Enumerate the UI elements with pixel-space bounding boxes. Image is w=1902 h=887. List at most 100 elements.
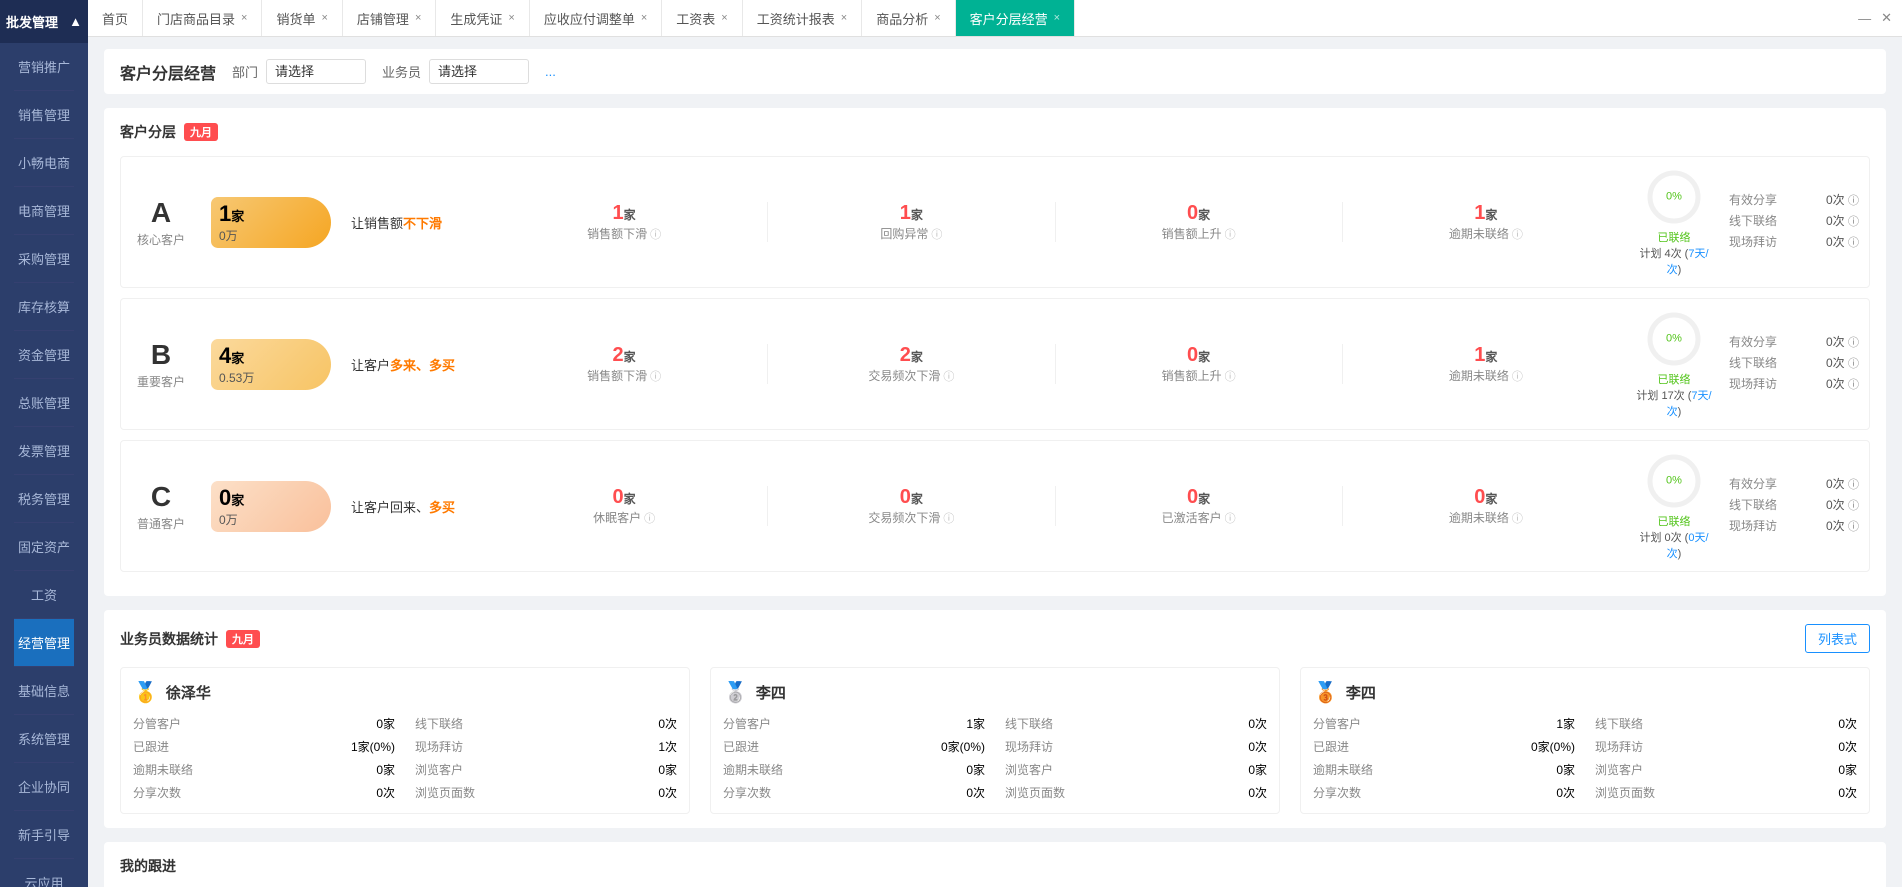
tab-bar-actions[interactable]: — ✕ [1848, 0, 1902, 36]
sidebar-item-新手引导[interactable]: 新手引导 [14, 811, 74, 859]
tier-stat-item[interactable]: 0家逾期未联络 ⓘ [1343, 486, 1629, 526]
info-icon[interactable]: ⓘ [1848, 479, 1859, 491]
tab-close-icon[interactable]: × [1054, 12, 1060, 24]
sidebar-item-库存核算[interactable]: 库存核算 [14, 283, 74, 331]
info-icon[interactable]: ⓘ [650, 368, 661, 384]
biz-stats-header: 业务员数据统计 九月 列表式 [120, 624, 1870, 653]
tab-生成凭证[interactable]: 生成凭证× [436, 0, 529, 36]
info-icon[interactable]: ⓘ [1225, 368, 1236, 384]
circle-plan[interactable]: 计划 4次 (7天/次) [1635, 245, 1713, 277]
sidebar-item-小畅电商[interactable]: 小畅电商 [14, 139, 74, 187]
circle-plan[interactable]: 计划 17次 (7天/次) [1635, 387, 1713, 419]
tier-stat-item[interactable]: 1家逾期未联络 ⓘ [1343, 202, 1629, 242]
staff-stat-val-link[interactable]: 0家(0%) [1531, 738, 1575, 755]
tab-应收应付调整单[interactable]: 应收应付调整单× [530, 0, 662, 36]
sidebar-item-总账管理[interactable]: 总账管理 [14, 379, 74, 427]
staff-stat-left-row: 已跟进0家(0%) [723, 738, 985, 755]
staff-stat-val-link[interactable]: 0家 [1248, 761, 1267, 778]
info-icon[interactable]: ⓘ [943, 368, 954, 384]
info-icon[interactable]: ⓘ [1848, 237, 1859, 249]
sidebar-item-税务管理[interactable]: 税务管理 [14, 475, 74, 523]
tier-count-block[interactable]: 0家0万 [211, 481, 331, 532]
right-stat-row: 现场拜访0次 ⓘ [1729, 517, 1859, 534]
info-icon[interactable]: ⓘ [1512, 368, 1523, 384]
sidebar-item-销售管理[interactable]: 销售管理 [14, 91, 74, 139]
info-icon[interactable]: ⓘ [1848, 379, 1859, 391]
tier-stat-item[interactable]: 2家交易频次下滑 ⓘ [768, 344, 1055, 384]
info-icon[interactable]: ⓘ [1848, 358, 1859, 370]
info-icon[interactable]: ⓘ [1848, 500, 1859, 512]
sidebar-item-基础信息[interactable]: 基础信息 [14, 667, 74, 715]
window-close-icon[interactable]: ✕ [1881, 10, 1892, 26]
staff-stat-right-row: 浏览页面数0次 [1595, 784, 1857, 801]
tier-stat-item[interactable]: 1家逾期未联络 ⓘ [1343, 344, 1629, 384]
sidebar-item-企业协同[interactable]: 企业协同 [14, 763, 74, 811]
staff-stat-val-link[interactable]: 0家 [376, 761, 395, 778]
sidebar-item-云应用[interactable]: 云应用 [14, 859, 74, 887]
tier-stat-item[interactable]: 0家已激活客户 ⓘ [1056, 486, 1343, 526]
info-icon[interactable]: ⓘ [1848, 521, 1859, 533]
tab-close-icon[interactable]: × [415, 12, 421, 24]
tier-count-block[interactable]: 4家0.53万 [211, 339, 331, 390]
tier-stat-item[interactable]: 0家交易频次下滑 ⓘ [768, 486, 1055, 526]
info-icon[interactable]: ⓘ [1512, 226, 1523, 242]
sidebar-item-采购管理[interactable]: 采购管理 [14, 235, 74, 283]
staff-stat-val-link[interactable]: 0家 [658, 761, 677, 778]
staff-stat-val-link[interactable]: 0家(0%) [941, 738, 985, 755]
sales-select[interactable]: 请选择 [429, 59, 529, 84]
tab-工资统计报表[interactable]: 工资统计报表× [743, 0, 862, 36]
sidebar-item-固定资产[interactable]: 固定资产 [14, 523, 74, 571]
tier-stat-item[interactable]: 0家销售额上升 ⓘ [1056, 344, 1343, 384]
info-icon[interactable]: ⓘ [1512, 510, 1523, 526]
circle-plan[interactable]: 计划 0次 (0天/次) [1635, 529, 1713, 561]
info-icon[interactable]: ⓘ [943, 510, 954, 526]
sidebar-collapse-icon[interactable]: ▲ [69, 14, 82, 29]
tier-stat-item[interactable]: 2家销售额下滑 ⓘ [481, 344, 768, 384]
more-filter-btn[interactable]: ... [545, 64, 556, 79]
sidebar-item-经营管理[interactable]: 经营管理 [14, 619, 74, 667]
info-icon[interactable]: ⓘ [931, 226, 942, 242]
sidebar-item-发票管理[interactable]: 发票管理 [14, 427, 74, 475]
info-icon[interactable]: ⓘ [650, 226, 661, 242]
tier-slogan: 让客户多来、多买 [341, 355, 481, 374]
window-minimize-icon[interactable]: — [1858, 11, 1871, 26]
tab-close-icon[interactable]: × [641, 12, 647, 24]
sidebar-header[interactable]: 批发管理 ▲ [0, 0, 88, 43]
tab-close-icon[interactable]: × [241, 12, 247, 24]
tab-首页[interactable]: 首页 [88, 0, 143, 36]
tier-stat-item[interactable]: 1家回购异常 ⓘ [768, 202, 1055, 242]
tab-商品分析[interactable]: 商品分析× [862, 0, 955, 36]
info-icon[interactable]: ⓘ [1225, 226, 1236, 242]
list-view-btn[interactable]: 列表式 [1805, 624, 1870, 653]
tab-close-icon[interactable]: × [321, 12, 327, 24]
staff-stat-val-link[interactable]: 1家(0%) [351, 738, 395, 755]
info-icon[interactable]: ⓘ [1225, 510, 1236, 526]
sidebar-item-工资[interactable]: 工资 [14, 571, 74, 619]
sidebar-item-资金管理[interactable]: 资金管理 [14, 331, 74, 379]
sidebar-item-营销推广[interactable]: 营销推广 [14, 43, 74, 91]
info-icon[interactable]: ⓘ [1848, 337, 1859, 349]
tier-count-num: 0家 [219, 485, 323, 511]
tier-stat-item[interactable]: 0家销售额上升 ⓘ [1056, 202, 1343, 242]
sidebar-item-系统管理[interactable]: 系统管理 [14, 715, 74, 763]
staff-stat-val-link[interactable]: 0家 [1556, 761, 1575, 778]
tab-close-icon[interactable]: × [508, 12, 514, 24]
staff-stat-val-link[interactable]: 0家 [966, 761, 985, 778]
tab-close-icon[interactable]: × [721, 12, 727, 24]
tab-销货单[interactable]: 销货单× [262, 0, 342, 36]
info-icon[interactable]: ⓘ [1848, 195, 1859, 207]
tier-count-block[interactable]: 1家0万 [211, 197, 331, 248]
tab-门店商品目录[interactable]: 门店商品目录× [143, 0, 262, 36]
tab-close-icon[interactable]: × [934, 12, 940, 24]
tier-stat-item[interactable]: 1家销售额下滑 ⓘ [481, 202, 768, 242]
staff-stat-val-link[interactable]: 0家 [1838, 761, 1857, 778]
tab-close-icon[interactable]: × [841, 12, 847, 24]
info-icon[interactable]: ⓘ [1848, 216, 1859, 228]
tab-工资表[interactable]: 工资表× [662, 0, 742, 36]
dept-select[interactable]: 请选择 [266, 59, 366, 84]
info-icon[interactable]: ⓘ [644, 510, 655, 526]
tier-stat-item[interactable]: 0家休眠客户 ⓘ [481, 486, 768, 526]
tab-客户分层经营[interactable]: 客户分层经营× [956, 0, 1075, 36]
sidebar-item-电商管理[interactable]: 电商管理 [14, 187, 74, 235]
tab-店铺管理[interactable]: 店铺管理× [343, 0, 436, 36]
